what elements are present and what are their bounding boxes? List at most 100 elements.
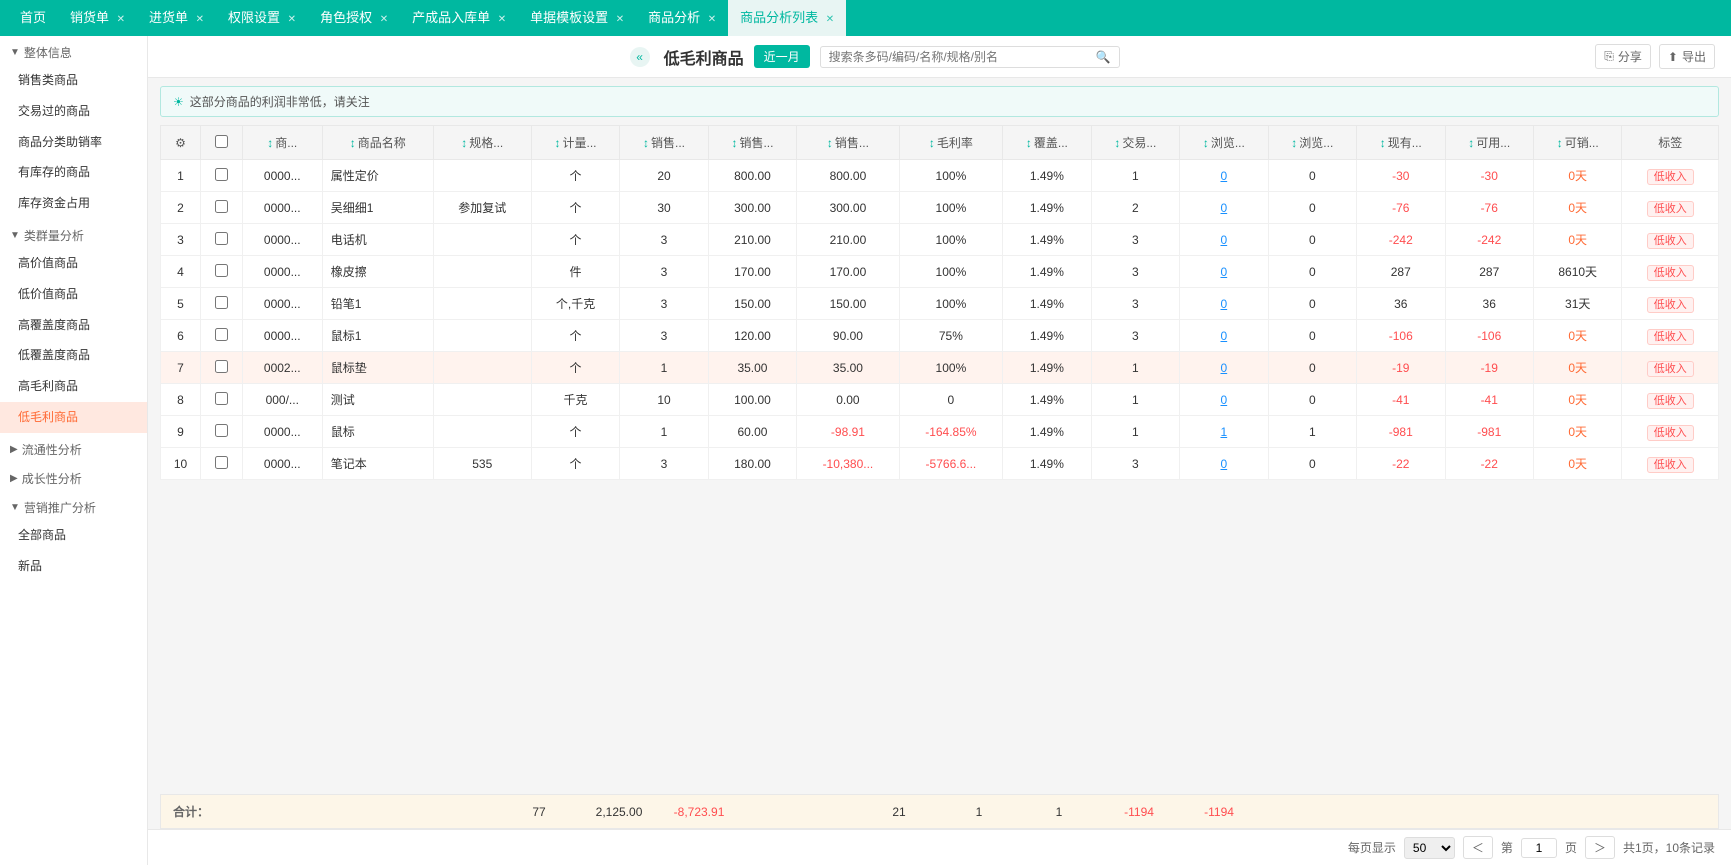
sidebar-item-sales-goods[interactable]: 销售类商品 bbox=[0, 65, 147, 96]
sidebar-group-growth[interactable]: ▶ 成长性分析 bbox=[0, 462, 147, 491]
row-checkbox[interactable] bbox=[215, 296, 228, 309]
cell-checkbox[interactable] bbox=[201, 448, 243, 480]
cell-view1[interactable]: 0 bbox=[1180, 320, 1268, 352]
row-checkbox[interactable] bbox=[215, 200, 228, 213]
nav-close-sales[interactable]: ✕ bbox=[117, 14, 125, 25]
nav-role[interactable]: 角色授权 ✕ bbox=[308, 0, 400, 36]
cell-checkbox[interactable] bbox=[201, 288, 243, 320]
nav-close-product-in[interactable]: ✕ bbox=[498, 14, 506, 25]
cell-checkbox[interactable] bbox=[201, 320, 243, 352]
select-all-checkbox[interactable] bbox=[215, 135, 228, 148]
cell-checkbox[interactable] bbox=[201, 160, 243, 192]
page-number-input[interactable] bbox=[1521, 838, 1557, 858]
nav-purchase[interactable]: 进货单 ✕ bbox=[137, 0, 216, 36]
cell-view1[interactable]: 0 bbox=[1180, 224, 1268, 256]
sort-margin-icon[interactable]: ↕ bbox=[929, 136, 935, 150]
row-checkbox[interactable] bbox=[215, 424, 228, 437]
per-page-select[interactable]: 50 100 200 bbox=[1404, 837, 1455, 859]
sort-available-icon[interactable]: ↕ bbox=[1468, 136, 1474, 150]
cell-checkbox[interactable] bbox=[201, 352, 243, 384]
export-button[interactable]: ⬆ 导出 bbox=[1659, 44, 1715, 69]
cell-view1[interactable]: 0 bbox=[1180, 192, 1268, 224]
sidebar-group-cluster[interactable]: ▼ 类群量分析 bbox=[0, 219, 147, 248]
search-icon[interactable]: 🔍 bbox=[1096, 50, 1111, 64]
sidebar-item-inventory-capital[interactable]: 库存资金占用 bbox=[0, 188, 147, 219]
sidebar-collapse-button[interactable]: « bbox=[630, 47, 650, 67]
row-checkbox[interactable] bbox=[215, 360, 228, 373]
col-checkbox-header[interactable] bbox=[201, 126, 243, 160]
prev-page-button[interactable]: ＜ bbox=[1463, 836, 1493, 859]
cell-sales-profit: 210.00 bbox=[797, 224, 899, 256]
sort-coverage-icon[interactable]: ↕ bbox=[1026, 136, 1032, 150]
nav-close-template[interactable]: ✕ bbox=[616, 14, 624, 25]
cell-view1[interactable]: 1 bbox=[1180, 416, 1268, 448]
sort-code-icon[interactable]: ↕ bbox=[267, 136, 273, 150]
nav-product-in[interactable]: 产成品入库单 ✕ bbox=[400, 0, 518, 36]
row-checkbox[interactable] bbox=[215, 168, 228, 181]
sort-current-icon[interactable]: ↕ bbox=[1380, 136, 1386, 150]
sidebar-item-new-goods[interactable]: 新品 bbox=[0, 551, 147, 582]
cell-view1[interactable]: 0 bbox=[1180, 384, 1268, 416]
sort-trade-icon[interactable]: ↕ bbox=[1114, 136, 1120, 150]
row-checkbox[interactable] bbox=[215, 232, 228, 245]
sidebar-item-high-margin[interactable]: 高毛利商品 bbox=[0, 371, 147, 402]
sidebar-item-category-sales[interactable]: 商品分类助销率 bbox=[0, 127, 147, 158]
sort-price-icon[interactable]: ↕ bbox=[731, 136, 737, 150]
search-box[interactable]: 🔍 bbox=[820, 46, 1120, 68]
row-checkbox[interactable] bbox=[215, 456, 228, 469]
sidebar-group-overview[interactable]: ▼ 整体信息 bbox=[0, 36, 147, 65]
nav-close-goods-analysis[interactable]: ✕ bbox=[708, 14, 716, 25]
search-input[interactable] bbox=[829, 50, 1096, 64]
sidebar-item-high-coverage[interactable]: 高覆盖度商品 bbox=[0, 310, 147, 341]
sort-name-icon[interactable]: ↕ bbox=[350, 136, 356, 150]
footer-available-stock: -1194 bbox=[1179, 805, 1259, 819]
col-settings[interactable]: ⚙ bbox=[161, 126, 201, 160]
cell-view1[interactable]: 0 bbox=[1180, 352, 1268, 384]
sidebar-item-low-value[interactable]: 低价值商品 bbox=[0, 279, 147, 310]
sidebar-group-flow[interactable]: ▶ 流通性分析 bbox=[0, 433, 147, 462]
sidebar-group-marketing[interactable]: ▼ 营销推广分析 bbox=[0, 491, 147, 520]
cell-sales-price: 120.00 bbox=[708, 320, 796, 352]
cell-checkbox[interactable] bbox=[201, 224, 243, 256]
nav-home[interactable]: 首页 bbox=[8, 0, 58, 36]
nav-goods-analysis[interactable]: 商品分析 ✕ bbox=[636, 0, 728, 36]
next-page-button[interactable]: ＞ bbox=[1585, 836, 1615, 859]
sort-view1-icon[interactable]: ↕ bbox=[1203, 136, 1209, 150]
row-checkbox[interactable] bbox=[215, 328, 228, 341]
sort-spec-icon[interactable]: ↕ bbox=[461, 136, 467, 150]
sidebar-item-high-value[interactable]: 高价值商品 bbox=[0, 248, 147, 279]
sort-sellable-icon[interactable]: ↕ bbox=[1557, 136, 1563, 150]
sort-profit-icon[interactable]: ↕ bbox=[827, 136, 833, 150]
nav-close-purchase[interactable]: ✕ bbox=[196, 14, 204, 25]
cell-checkbox[interactable] bbox=[201, 192, 243, 224]
sidebar-item-stocked-goods[interactable]: 有库存的商品 bbox=[0, 157, 147, 188]
sidebar-item-low-margin[interactable]: 低毛利商品 bbox=[0, 402, 147, 433]
sidebar-item-all-goods[interactable]: 全部商品 bbox=[0, 520, 147, 551]
nav-sales[interactable]: 销货单 ✕ bbox=[58, 0, 137, 36]
cell-view1[interactable]: 0 bbox=[1180, 160, 1268, 192]
footer-label: 合计： bbox=[173, 803, 209, 820]
cell-view1[interactable]: 0 bbox=[1180, 288, 1268, 320]
cell-view1[interactable]: 0 bbox=[1180, 448, 1268, 480]
nav-close-permission[interactable]: ✕ bbox=[288, 14, 296, 25]
sort-unit-icon[interactable]: ↕ bbox=[555, 136, 561, 150]
nav-permission[interactable]: 权限设置 ✕ bbox=[216, 0, 308, 36]
nav-template[interactable]: 单据模板设置 ✕ bbox=[518, 0, 636, 36]
share-button[interactable]: ⎘ 分享 bbox=[1595, 44, 1651, 69]
row-checkbox[interactable] bbox=[215, 264, 228, 277]
cell-sales-price: 150.00 bbox=[708, 288, 796, 320]
cell-checkbox[interactable] bbox=[201, 416, 243, 448]
nav-close-role[interactable]: ✕ bbox=[380, 14, 388, 25]
row-checkbox[interactable] bbox=[215, 392, 228, 405]
sort-qty-icon[interactable]: ↕ bbox=[643, 136, 649, 150]
cell-checkbox[interactable] bbox=[201, 256, 243, 288]
sidebar-item-traded-goods[interactable]: 交易过的商品 bbox=[0, 96, 147, 127]
cell-num: 4 bbox=[161, 256, 201, 288]
nav-goods-analysis-list[interactable]: 商品分析列表 ✕ bbox=[728, 0, 846, 36]
sort-view2-icon[interactable]: ↕ bbox=[1291, 136, 1297, 150]
sidebar-item-low-coverage[interactable]: 低覆盖度商品 bbox=[0, 340, 147, 371]
filter-recent-month-button[interactable]: 近一月 bbox=[754, 45, 810, 68]
nav-close-goods-list[interactable]: ✕ bbox=[826, 14, 834, 25]
cell-view1[interactable]: 0 bbox=[1180, 256, 1268, 288]
cell-checkbox[interactable] bbox=[201, 384, 243, 416]
